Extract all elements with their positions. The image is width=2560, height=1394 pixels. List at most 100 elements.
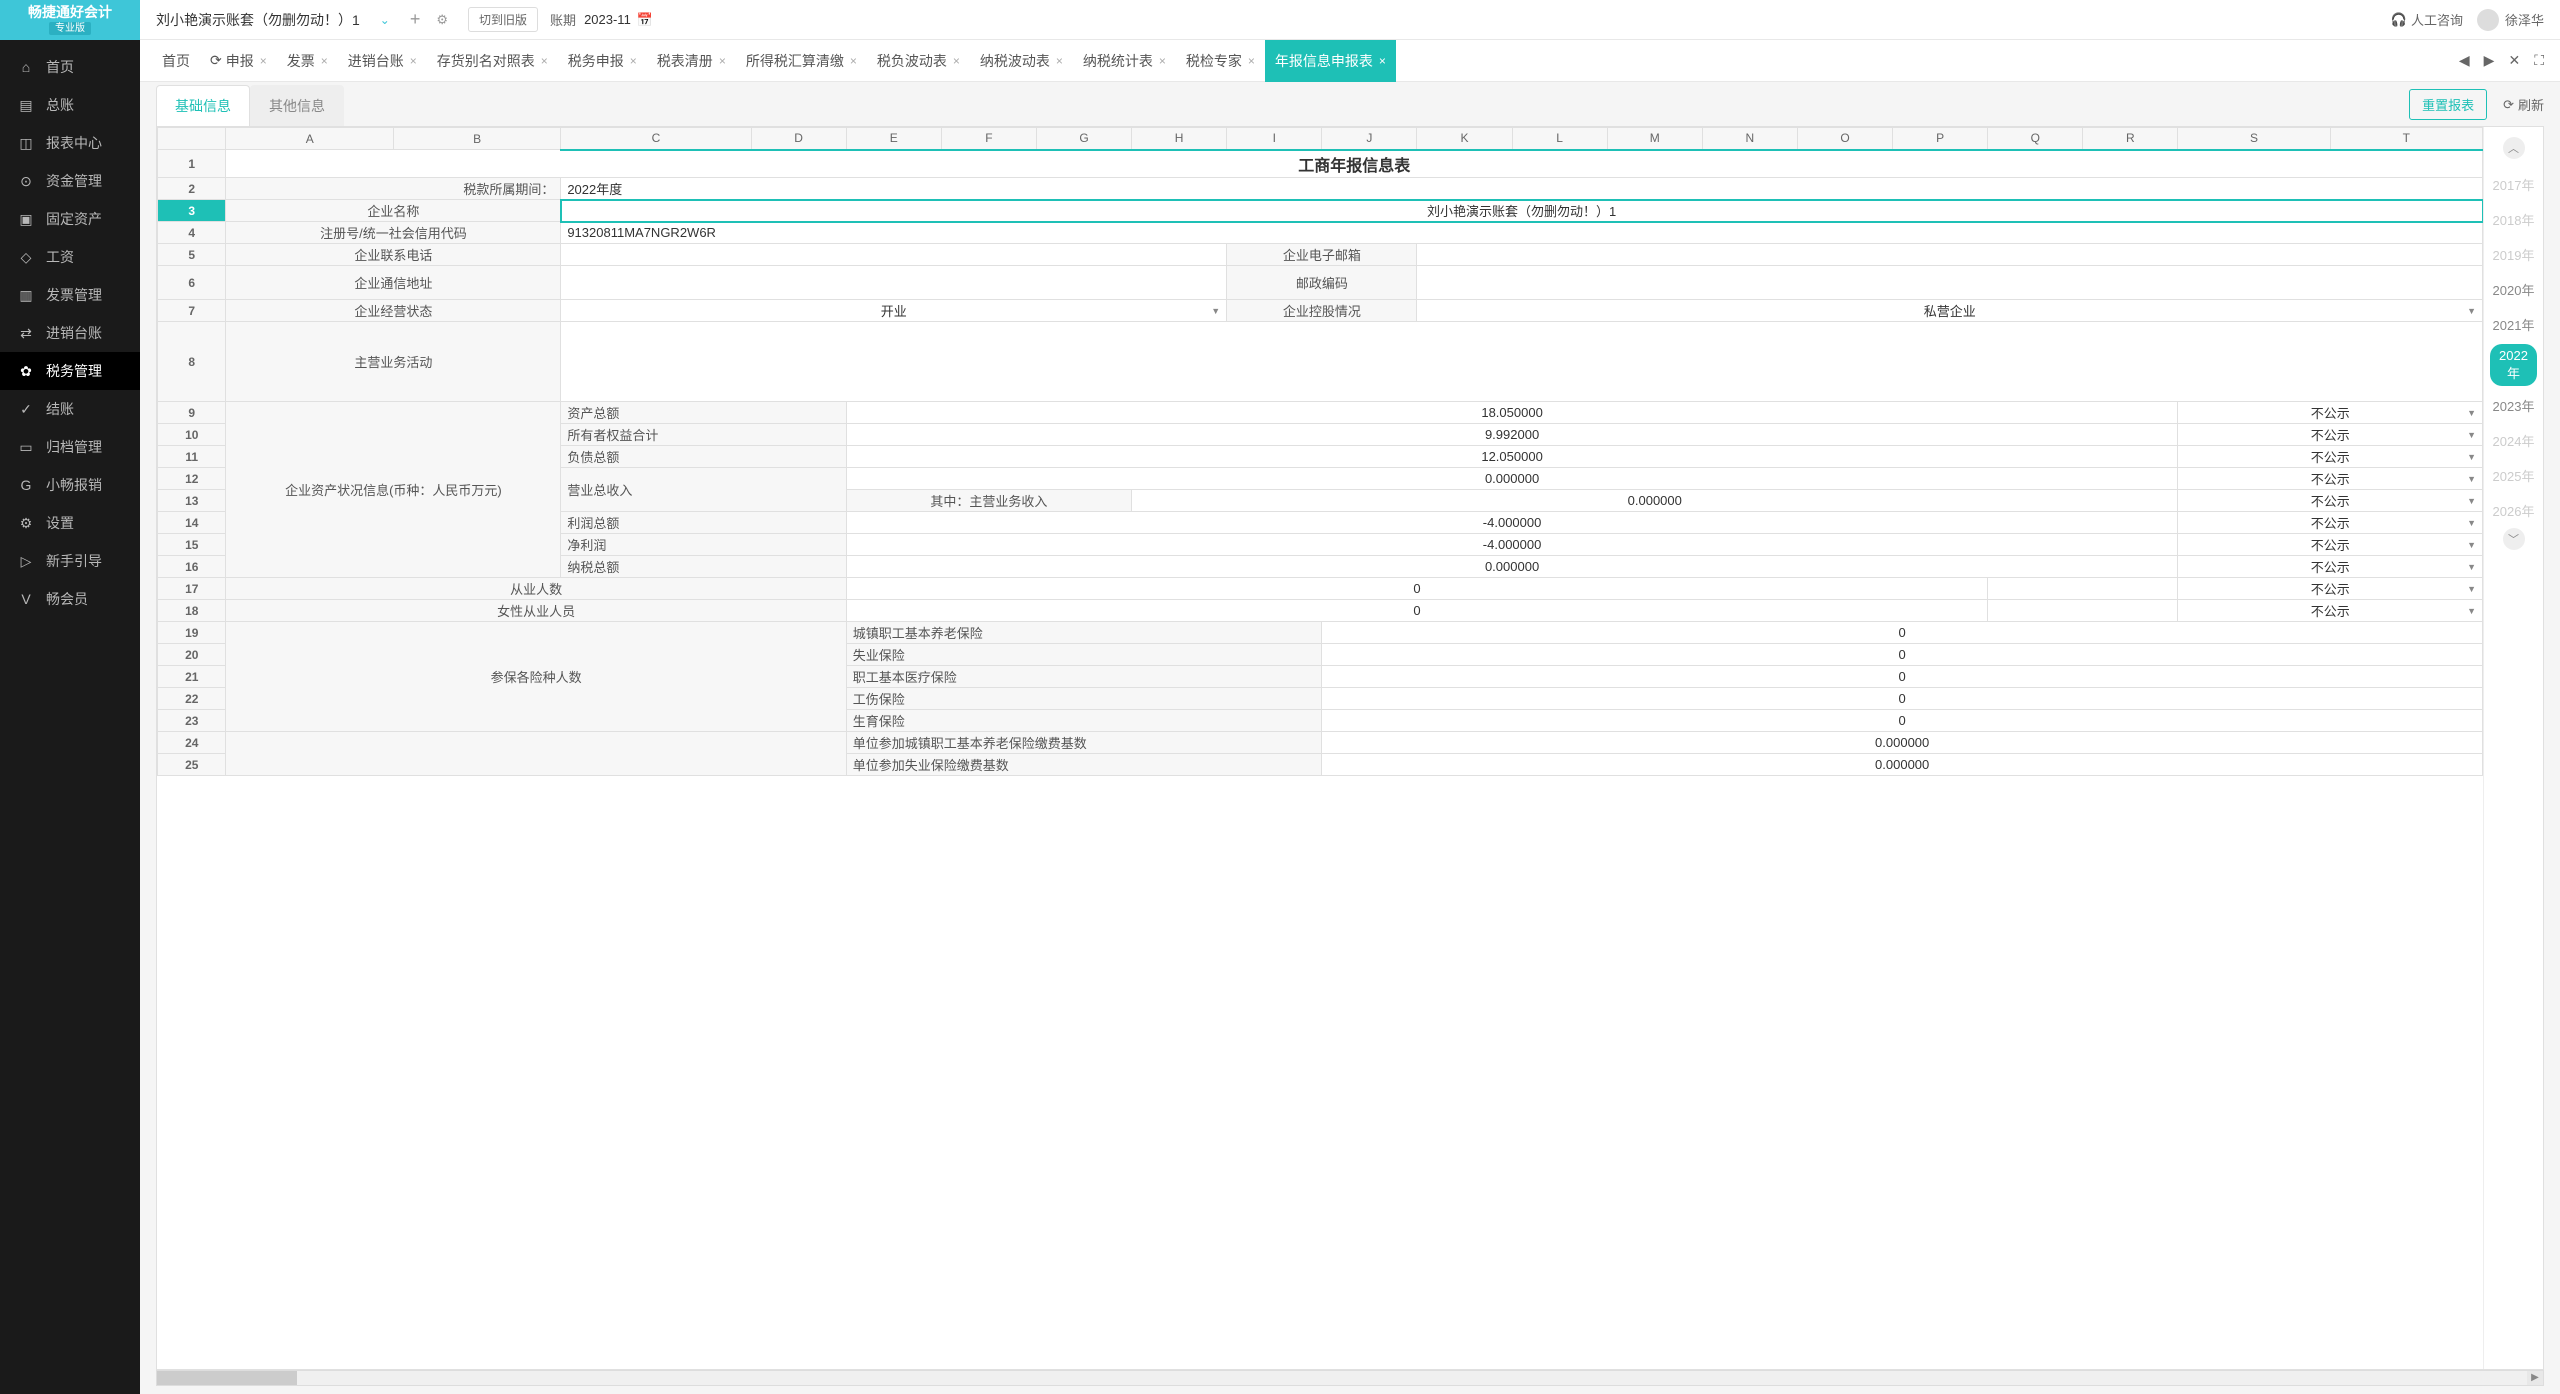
tab-next-icon[interactable]: ▶ [2480, 48, 2499, 73]
tab-7[interactable]: 所得税汇算清缴× [736, 40, 867, 82]
year-scroll-up-icon[interactable]: ︿ [2503, 137, 2525, 159]
period-label: 账期 [550, 10, 576, 29]
account-name[interactable]: 刘小艳演示账套（勿删勿动！）1 [156, 10, 360, 30]
tab-close-all-icon[interactable]: ✕ [2504, 48, 2524, 73]
tab-4[interactable]: 存货别名对照表× [427, 40, 558, 82]
reset-report-button[interactable]: 重置报表 [2409, 89, 2487, 120]
col-header[interactable]: P [1893, 128, 1988, 150]
col-header[interactable]: D [751, 128, 846, 150]
col-header[interactable]: G [1036, 128, 1131, 150]
subtab-other[interactable]: 其他信息 [250, 85, 344, 126]
refresh-button[interactable]: ⟳ 刷新 [2503, 95, 2544, 114]
col-header[interactable]: Q [1988, 128, 2083, 150]
tab-prev-icon[interactable]: ◀ [2455, 48, 2474, 73]
year-item[interactable]: 2021年 [2484, 307, 2543, 342]
col-header[interactable]: E [846, 128, 941, 150]
col-header[interactable]: L [1512, 128, 1607, 150]
row-header[interactable]: 1 [158, 150, 226, 178]
add-account-icon[interactable]: + [410, 9, 421, 30]
sidebar-item-12[interactable]: ⚙设置 [0, 504, 140, 542]
tab-12[interactable]: 年报信息申报表× [1265, 40, 1396, 82]
tab-10[interactable]: 纳税统计表× [1073, 40, 1176, 82]
sidebar-icon: G [18, 477, 34, 493]
col-header[interactable]: C [561, 128, 751, 150]
sidebar-item-7[interactable]: ⇄进销台账 [0, 314, 140, 352]
close-icon[interactable]: × [1159, 54, 1166, 68]
old-version-button[interactable]: 切到旧版 [468, 7, 538, 32]
col-header[interactable]: F [941, 128, 1036, 150]
col-header[interactable]: R [2083, 128, 2178, 150]
year-item: 2024年 [2484, 423, 2543, 458]
col-header[interactable]: S [2178, 128, 2330, 150]
sidebar-icon: ▤ [18, 97, 34, 114]
sidebar-item-5[interactable]: ◇工资 [0, 238, 140, 276]
sidebar-item-3[interactable]: ⊙资金管理 [0, 162, 140, 200]
col-header[interactable]: N [1702, 128, 1797, 150]
account-dropdown-icon[interactable]: ⌄ [380, 13, 390, 27]
sidebar-icon: ✿ [18, 363, 34, 380]
sidebar-item-4[interactable]: ▣固定资产 [0, 200, 140, 238]
tab-3[interactable]: 进销台账× [338, 40, 427, 82]
sidebar-item-10[interactable]: ▭归档管理 [0, 428, 140, 466]
sidebar-item-11[interactable]: G小畅报销 [0, 466, 140, 504]
scroll-right-icon[interactable]: ▶ [2527, 1371, 2543, 1385]
tab-fullscreen-icon[interactable]: ⛶ [2530, 48, 2548, 73]
sidebar-icon: V [18, 591, 34, 607]
sidebar-item-0[interactable]: ⌂首页 [0, 48, 140, 86]
sidebar-item-1[interactable]: ▤总账 [0, 86, 140, 124]
sidebar-item-9[interactable]: ✓结账 [0, 390, 140, 428]
close-icon[interactable]: × [321, 54, 328, 68]
col-header[interactable]: J [1322, 128, 1417, 150]
tab-1[interactable]: ⟳申报× [200, 40, 277, 82]
close-icon[interactable]: × [953, 54, 960, 68]
sidebar-item-2[interactable]: ◫报表中心 [0, 124, 140, 162]
year-item[interactable]: 2022年 [2490, 344, 2537, 386]
tab-6[interactable]: 税表清册× [647, 40, 736, 82]
col-header[interactable]: O [1797, 128, 1892, 150]
subtab-basic[interactable]: 基础信息 [156, 85, 250, 126]
period-value[interactable]: 2023-11 [584, 12, 631, 27]
close-icon[interactable]: × [1056, 54, 1063, 68]
status-select[interactable]: 开业 [561, 300, 1227, 322]
tab-8[interactable]: 税负波动表× [867, 40, 970, 82]
sidebar-item-13[interactable]: ▷新手引导 [0, 542, 140, 580]
enterprise-name-cell[interactable]: 刘小艳演示账套（勿删勿动！）1 [561, 200, 2483, 222]
col-header[interactable]: K [1417, 128, 1512, 150]
close-icon[interactable]: × [1248, 54, 1255, 68]
close-icon[interactable]: × [410, 54, 417, 68]
year-item[interactable]: 2020年 [2484, 272, 2543, 307]
calendar-icon[interactable]: 📅 [637, 12, 653, 28]
close-icon[interactable]: × [850, 54, 857, 68]
col-header[interactable]: I [1227, 128, 1322, 150]
sidebar-item-6[interactable]: ▥发票管理 [0, 276, 140, 314]
user-menu[interactable]: 徐泽华 [2477, 9, 2544, 31]
tab-9[interactable]: 纳税波动表× [970, 40, 1073, 82]
close-icon[interactable]: × [541, 54, 548, 68]
tab-0[interactable]: 首页 [152, 40, 200, 82]
close-icon[interactable]: × [719, 54, 726, 68]
col-header[interactable]: T [2330, 128, 2482, 150]
close-icon[interactable]: × [260, 54, 267, 68]
sidebar-icon: ✓ [18, 401, 34, 418]
sidebar-icon: ⌂ [18, 59, 34, 75]
tab-11[interactable]: 税检专家× [1176, 40, 1265, 82]
select-all-cell[interactable] [158, 128, 226, 150]
close-icon[interactable]: × [1379, 54, 1386, 68]
holding-select[interactable]: 私营企业 [1417, 300, 2483, 322]
year-item[interactable]: 2023年 [2484, 388, 2543, 423]
account-settings-icon[interactable]: ⚙ [436, 12, 448, 28]
support-link[interactable]: 🎧 人工咨询 [2391, 10, 2463, 29]
close-icon[interactable]: × [630, 54, 637, 68]
tab-5[interactable]: 税务申报× [558, 40, 647, 82]
tab-2[interactable]: 发票× [277, 40, 338, 82]
col-header[interactable]: B [393, 128, 560, 150]
horizontal-scrollbar[interactable]: ▶ [156, 1370, 2544, 1386]
spreadsheet[interactable]: ABCDEFGHIJKLMNOPQRST 1工商年报信息表 2税款所属期间：20… [157, 127, 2483, 776]
year-scroll-down-icon[interactable]: ﹀ [2503, 528, 2525, 550]
col-header[interactable]: A [226, 128, 393, 150]
sidebar-item-8[interactable]: ✿税务管理 [0, 352, 140, 390]
col-header[interactable]: M [1607, 128, 1702, 150]
col-header[interactable]: H [1132, 128, 1227, 150]
sidebar-item-14[interactable]: V畅会员 [0, 580, 140, 618]
scrollbar-thumb[interactable] [157, 1371, 297, 1385]
